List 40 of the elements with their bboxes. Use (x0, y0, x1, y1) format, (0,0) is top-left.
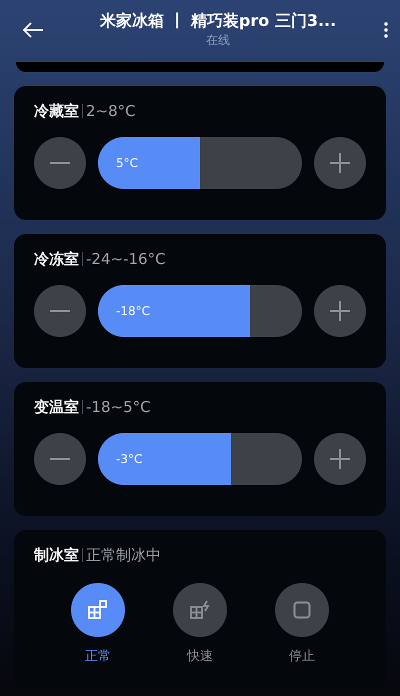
ice-lightning-icon (190, 600, 210, 620)
temperature-slider[interactable]: 5°C (98, 136, 302, 188)
mode-label: 快速 (187, 648, 213, 666)
mode-button[interactable] (71, 582, 125, 636)
divider (82, 252, 83, 266)
back-icon[interactable] (22, 22, 44, 38)
divider (82, 400, 83, 414)
status-text: 正常制冰中 (86, 545, 161, 566)
temperature-reading: -3°C (116, 450, 142, 468)
more-icon[interactable] (384, 22, 388, 38)
divider (82, 548, 83, 562)
range-text: -18~5°C (86, 397, 151, 418)
plus-icon (330, 300, 350, 320)
increase-button[interactable] (314, 136, 366, 188)
temperature-reading: -18°C (116, 302, 150, 320)
range-text: -24~-16°C (86, 249, 166, 270)
compartment-name: 制冰室 (34, 545, 79, 566)
mode-label: 正常 (85, 648, 111, 666)
mode-button[interactable] (275, 582, 329, 636)
minus-icon (50, 162, 70, 164)
device-title: 米家冰箱 丨 精巧装pro 三门3... (98, 11, 338, 31)
mode-button[interactable] (173, 582, 227, 636)
temperature-slider[interactable]: -3°C (98, 432, 302, 484)
temperature-slider[interactable]: -18°C (98, 284, 302, 336)
increase-button[interactable] (314, 284, 366, 336)
minus-icon (50, 310, 70, 312)
divider (82, 104, 83, 118)
compartment-name: 冷藏室 (34, 101, 79, 122)
minus-icon (50, 458, 70, 460)
increase-button[interactable] (314, 432, 366, 484)
mode-label: 停止 (289, 648, 315, 666)
temperature-reading: 5°C (116, 154, 138, 172)
compartment-name: 冷冻室 (34, 249, 79, 270)
ice-cubes-icon (88, 600, 108, 620)
stop-icon (293, 600, 311, 618)
range-text: 2~8°C (86, 101, 136, 122)
plus-icon (330, 152, 350, 172)
compartment-name: 变温室 (34, 397, 79, 418)
status-text: 在线 (205, 32, 231, 49)
plus-icon (330, 448, 350, 468)
